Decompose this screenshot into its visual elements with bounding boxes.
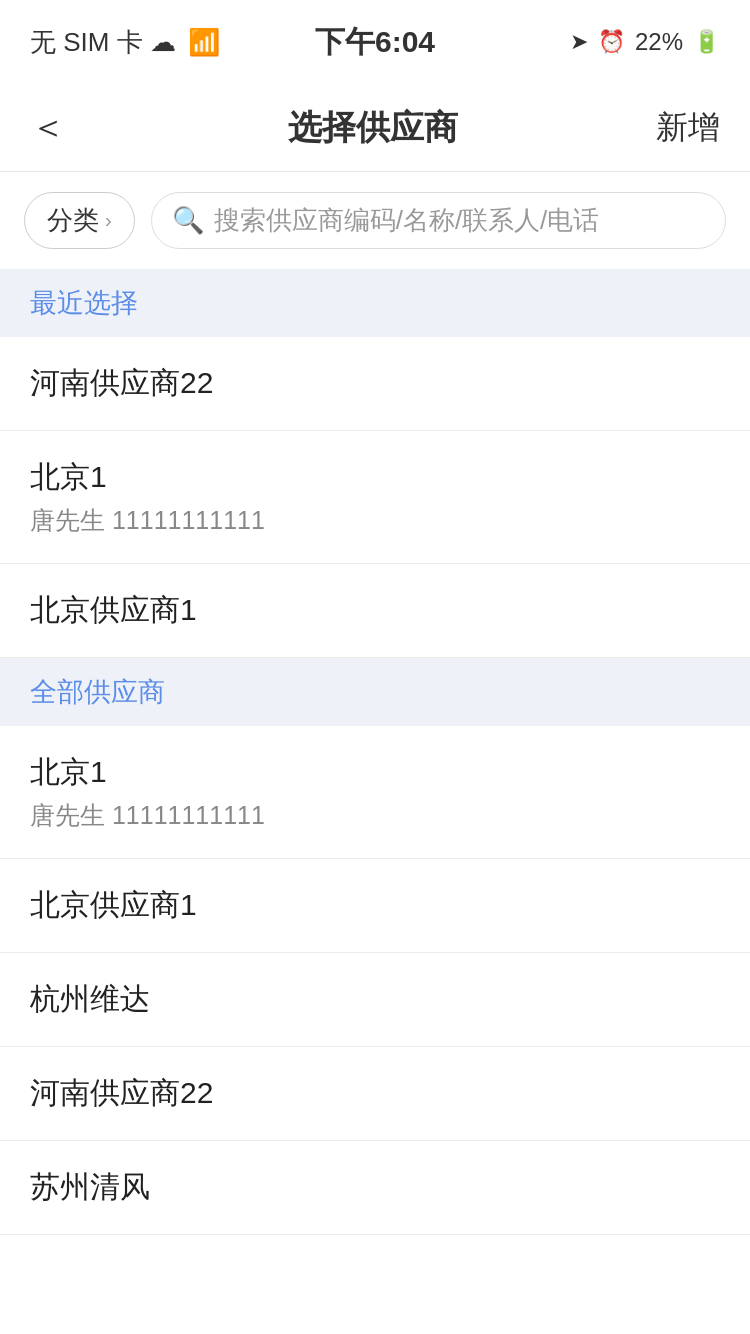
wifi-icon: 📶	[188, 27, 220, 58]
all-list-item[interactable]: 河南供应商22	[0, 1047, 750, 1141]
category-filter-button[interactable]: 分类 ›	[24, 192, 135, 249]
item-name: 河南供应商22	[30, 1073, 720, 1114]
all-section-label: 全部供应商	[30, 677, 165, 707]
all-list-item[interactable]: 杭州维达	[0, 953, 750, 1047]
back-button[interactable]: ＜	[30, 103, 90, 152]
status-bar: 无 SIM 卡 ☁ 📶 下午6:04 ➤ ⏰ 22% 🔋	[0, 0, 750, 84]
location-icon: ➤	[570, 29, 588, 55]
recent-section-label: 最近选择	[30, 288, 138, 318]
alarm-icon: ⏰	[598, 29, 625, 55]
all-list: 北京1 唐先生 11111111111 北京供应商1 杭州维达 河南供应商22 …	[0, 726, 750, 1235]
item-name: 北京供应商1	[30, 885, 720, 926]
battery-icon: 🔋	[693, 29, 720, 55]
category-label: 分类	[47, 203, 99, 238]
all-list-item[interactable]: 北京供应商1	[0, 859, 750, 953]
all-list-item[interactable]: 北京1 唐先生 11111111111	[0, 726, 750, 859]
add-button[interactable]: 新增	[656, 106, 720, 150]
chevron-icon: ›	[105, 209, 112, 232]
recent-list: 河南供应商22 北京1 唐先生 11111111111 北京供应商1	[0, 337, 750, 658]
filter-bar: 分类 › 🔍 搜索供应商编码/名称/联系人/电话	[0, 172, 750, 269]
recent-list-item[interactable]: 河南供应商22	[0, 337, 750, 431]
status-right: ➤ ⏰ 22% 🔋	[570, 28, 720, 56]
status-left: 无 SIM 卡 ☁ 📶	[30, 25, 220, 60]
search-placeholder: 搜索供应商编码/名称/联系人/电话	[214, 203, 600, 238]
all-section-header: 全部供应商	[0, 658, 750, 726]
page-title: 选择供应商	[288, 105, 458, 151]
search-box[interactable]: 🔍 搜索供应商编码/名称/联系人/电话	[151, 192, 726, 249]
all-list-item[interactable]: 苏州清风	[0, 1141, 750, 1235]
recent-list-item[interactable]: 北京供应商1	[0, 564, 750, 658]
status-time: 下午6:04	[315, 22, 435, 63]
search-icon: 🔍	[172, 205, 204, 236]
recent-list-item[interactable]: 北京1 唐先生 11111111111	[0, 431, 750, 564]
battery-level: 22%	[635, 28, 683, 56]
item-name: 河南供应商22	[30, 363, 720, 404]
recent-section-header: 最近选择	[0, 269, 750, 337]
sim-status: 无 SIM 卡 ☁	[30, 25, 176, 60]
item-name: 杭州维达	[30, 979, 720, 1020]
item-name: 苏州清风	[30, 1167, 720, 1208]
item-name: 北京1	[30, 752, 720, 793]
item-sub: 唐先生 11111111111	[30, 504, 720, 537]
item-name: 北京1	[30, 457, 720, 498]
item-sub: 唐先生 11111111111	[30, 799, 720, 832]
item-name: 北京供应商1	[30, 590, 720, 631]
nav-bar: ＜ 选择供应商 新增	[0, 84, 750, 172]
